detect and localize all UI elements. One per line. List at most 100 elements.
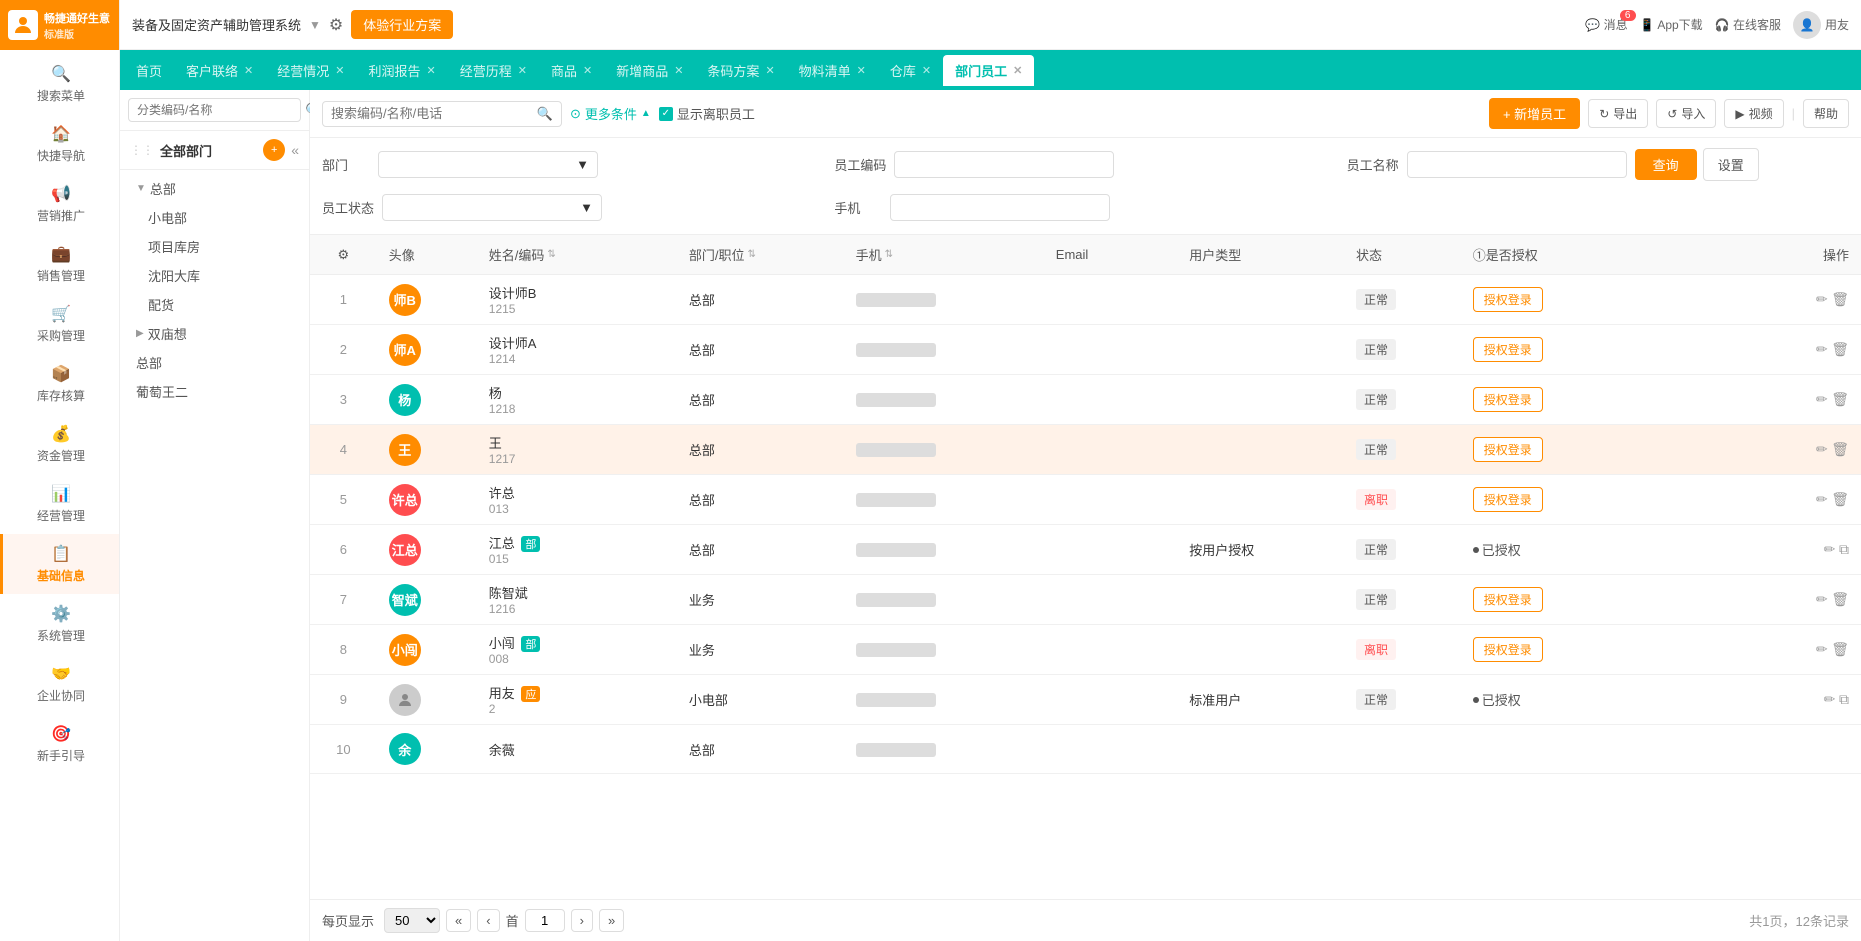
experience-button[interactable]: 体验行业方案 bbox=[351, 10, 453, 39]
authorize-btn[interactable]: 授权登录 bbox=[1473, 287, 1543, 312]
dept-node-xiaodian[interactable]: 小电部 bbox=[120, 203, 309, 232]
more-conditions-btn[interactable]: ⊙ 更多条件 ▲ bbox=[570, 104, 651, 123]
sidebar-item-enterprise[interactable]: 🤝 企业协同 bbox=[0, 654, 119, 714]
settings-button[interactable]: ⚙ bbox=[329, 15, 343, 35]
user-menu[interactable]: 👤 用友 bbox=[1793, 11, 1849, 39]
copy-btn[interactable]: ⧉ bbox=[1839, 541, 1849, 558]
dept-node-shenyang[interactable]: 沈阳大库 bbox=[120, 261, 309, 290]
help-button[interactable]: 帮助 bbox=[1803, 99, 1849, 128]
delete-btn[interactable]: 🗑 bbox=[1831, 641, 1849, 658]
prev-page-btn[interactable]: ‹ bbox=[477, 909, 499, 932]
delete-btn[interactable]: 🗑 bbox=[1831, 491, 1849, 508]
sidebar-item-search-menu[interactable]: 🔍 搜索菜单 bbox=[0, 54, 119, 114]
dept-add-btn[interactable]: + bbox=[263, 139, 285, 161]
tab-home[interactable]: 首页 bbox=[124, 55, 174, 86]
tab-customer[interactable]: 客户联络 ✕ bbox=[174, 55, 265, 86]
edit-btn[interactable]: ✏ bbox=[1816, 491, 1828, 508]
sidebar-item-purchase[interactable]: 🛒 采购管理 bbox=[0, 294, 119, 354]
dept-node-xiangmu[interactable]: 项目库房 bbox=[120, 232, 309, 261]
reset-button[interactable]: 设置 bbox=[1703, 148, 1759, 181]
authorize-btn[interactable]: 授权登录 bbox=[1473, 587, 1543, 612]
delete-btn[interactable]: 🗑 bbox=[1831, 291, 1849, 308]
sidebar-item-marketing[interactable]: 📢 营销推广 bbox=[0, 174, 119, 234]
last-page-btn[interactable]: » bbox=[599, 909, 624, 932]
tab-warehouse-close[interactable]: ✕ bbox=[922, 64, 931, 77]
tab-staff-close[interactable]: ✕ bbox=[1013, 64, 1022, 77]
tab-new-goods-close[interactable]: ✕ bbox=[674, 64, 683, 77]
search-icon[interactable]: 🔍 bbox=[537, 106, 553, 122]
sidebar-item-operation[interactable]: 📊 经营管理 bbox=[0, 474, 119, 534]
employee-code-input[interactable] bbox=[894, 151, 1114, 178]
sidebar-item-basic-info[interactable]: 📋 基础信息 bbox=[0, 534, 119, 594]
edit-btn[interactable]: ✏ bbox=[1816, 391, 1828, 408]
message-btn[interactable]: 💬 6 消息 bbox=[1585, 16, 1627, 33]
tab-barcode-close[interactable]: ✕ bbox=[765, 64, 774, 77]
tab-business-close[interactable]: ✕ bbox=[335, 64, 344, 77]
th-name[interactable]: 姓名/编码 ⇅ bbox=[477, 235, 677, 275]
th-dept[interactable]: 部门/职位 ⇅ bbox=[677, 235, 844, 275]
video-button[interactable]: ▶ 视频 bbox=[1724, 99, 1783, 128]
import-button[interactable]: ↺ 导入 bbox=[1656, 99, 1716, 128]
tab-customer-close[interactable]: ✕ bbox=[244, 64, 253, 77]
name-sort[interactable]: 姓名/编码 ⇅ bbox=[489, 245, 665, 264]
authorize-btn[interactable]: 授权登录 bbox=[1473, 337, 1543, 362]
dept-node-peihuo[interactable]: 配货 bbox=[120, 290, 309, 319]
dept-filter-select[interactable]: ▼ bbox=[378, 151, 598, 178]
edit-btn[interactable]: ✏ bbox=[1816, 441, 1828, 458]
tab-process-close[interactable]: ✕ bbox=[518, 64, 527, 77]
delete-btn[interactable]: 🗑 bbox=[1831, 341, 1849, 358]
dept-node-zongbu[interactable]: ▼ 总部 bbox=[120, 174, 309, 203]
edit-btn[interactable]: ✏ bbox=[1816, 341, 1828, 358]
employee-name-input[interactable] bbox=[1407, 151, 1627, 178]
online-service-btn[interactable]: 🎧 在线客服 bbox=[1715, 16, 1781, 33]
edit-btn[interactable]: ✏ bbox=[1816, 591, 1828, 608]
dept-node-putaowangz[interactable]: 葡萄王二 bbox=[120, 377, 309, 406]
delete-btn[interactable]: 🗑 bbox=[1831, 441, 1849, 458]
tab-bom-close[interactable]: ✕ bbox=[857, 64, 866, 77]
tab-profit-close[interactable]: ✕ bbox=[427, 64, 436, 77]
app-download-btn[interactable]: 📱 App下载 bbox=[1640, 16, 1703, 33]
tab-new-goods[interactable]: 新增商品 ✕ bbox=[604, 55, 695, 86]
tab-barcode[interactable]: 条码方案 ✕ bbox=[695, 55, 786, 86]
dept-search-input[interactable] bbox=[128, 98, 301, 122]
sidebar-item-sales[interactable]: 💼 销售管理 bbox=[0, 234, 119, 294]
export-button[interactable]: ↻ 导出 bbox=[1588, 99, 1648, 128]
tab-goods-close[interactable]: ✕ bbox=[583, 64, 592, 77]
edit-btn[interactable]: ✏ bbox=[1816, 641, 1828, 658]
tab-business[interactable]: 经营情况 ✕ bbox=[265, 55, 356, 86]
authorize-btn[interactable]: 授权登录 bbox=[1473, 387, 1543, 412]
tab-warehouse[interactable]: 仓库 ✕ bbox=[878, 55, 943, 86]
authorize-btn[interactable]: 授权登录 bbox=[1473, 437, 1543, 462]
tab-staff[interactable]: 部门员工 ✕ bbox=[943, 55, 1034, 86]
copy-btn[interactable]: ⧉ bbox=[1839, 691, 1849, 708]
dept-collapse-btn[interactable]: « bbox=[291, 142, 299, 158]
page-size-select[interactable]: 50 20 100 bbox=[384, 908, 440, 933]
add-staff-button[interactable]: + 新增员工 bbox=[1489, 98, 1580, 129]
edit-btn[interactable]: ✏ bbox=[1824, 541, 1836, 558]
sidebar-item-guide[interactable]: 🎯 新手引导 bbox=[0, 714, 119, 774]
th-settings[interactable]: ⚙ bbox=[310, 235, 377, 275]
status-filter-select[interactable]: ▼ bbox=[382, 194, 602, 221]
sidebar-item-finance[interactable]: 💰 资金管理 bbox=[0, 414, 119, 474]
edit-btn[interactable]: ✏ bbox=[1816, 291, 1828, 308]
tab-goods[interactable]: 商品 ✕ bbox=[539, 55, 604, 86]
phone-input[interactable] bbox=[890, 194, 1110, 221]
first-page-btn[interactable]: « bbox=[446, 909, 471, 932]
tab-profit[interactable]: 利润报告 ✕ bbox=[356, 55, 447, 86]
next-page-btn[interactable]: › bbox=[571, 909, 593, 932]
show-resigned-toggle[interactable]: ✓ 显示离职员工 bbox=[659, 104, 755, 123]
page-input[interactable] bbox=[525, 909, 565, 932]
dept-sort[interactable]: 部门/职位 ⇅ bbox=[689, 245, 832, 264]
sidebar-item-quick-nav[interactable]: 🏠 快捷导航 bbox=[0, 114, 119, 174]
edit-btn[interactable]: ✏ bbox=[1824, 691, 1836, 708]
phone-sort[interactable]: 手机 ⇅ bbox=[856, 245, 1032, 264]
sidebar-item-inventory[interactable]: 📦 库存核算 bbox=[0, 354, 119, 414]
delete-btn[interactable]: 🗑 bbox=[1831, 391, 1849, 408]
dept-node-zongbu2[interactable]: 总部 bbox=[120, 348, 309, 377]
dept-node-shuangcheng[interactable]: ▶ 双庙想 bbox=[120, 319, 309, 348]
authorize-btn[interactable]: 授权登录 bbox=[1473, 637, 1543, 662]
tab-process[interactable]: 经营历程 ✕ bbox=[448, 55, 539, 86]
th-phone[interactable]: 手机 ⇅ bbox=[844, 235, 1044, 275]
search-input[interactable] bbox=[331, 106, 533, 121]
authorize-btn[interactable]: 授权登录 bbox=[1473, 487, 1543, 512]
